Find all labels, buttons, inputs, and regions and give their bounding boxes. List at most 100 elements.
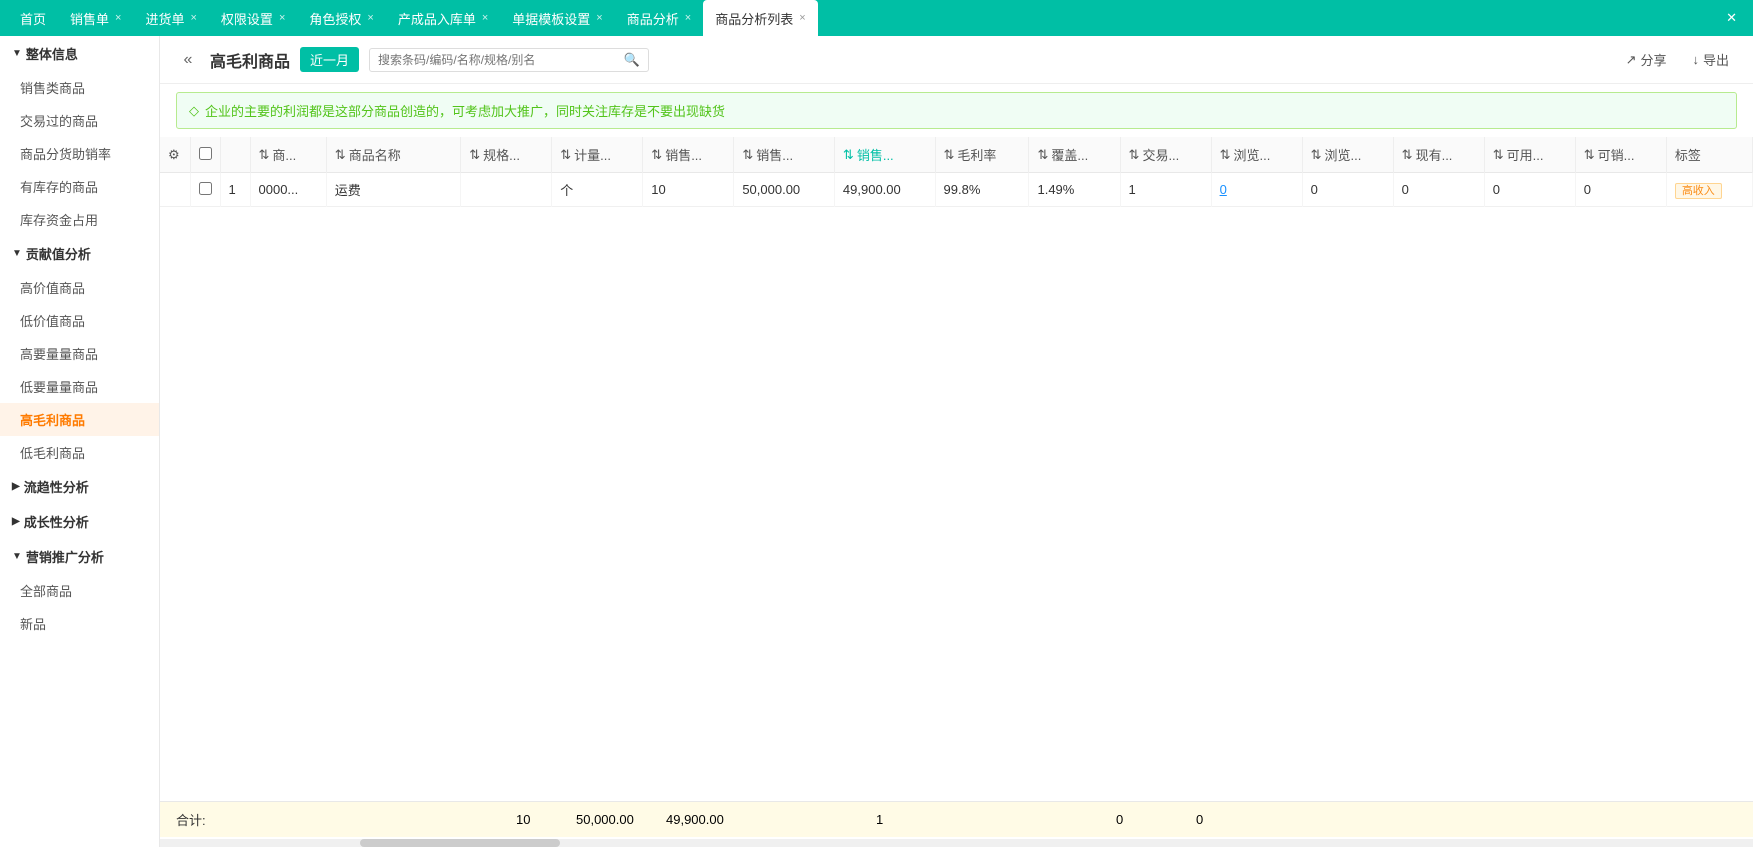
sidebar: ▼ 整体信息 销售类商品 交易过的商品 商品分货助销率 有库存的商品 库存资金占…: [0, 36, 160, 847]
time-filter-button[interactable]: 近一月: [300, 47, 359, 72]
cell-coverage: 1.49%: [1029, 173, 1120, 207]
footer-label: 合计:: [176, 810, 316, 829]
col-coverage[interactable]: ⇅ 覆盖...: [1029, 137, 1120, 173]
horizontal-scrollbar[interactable]: [160, 839, 1753, 847]
nav-purchase-order-close[interactable]: ×: [190, 12, 196, 24]
col-browse1-label: 浏览...: [1233, 145, 1270, 164]
cell-sales-cost: 49,900.00: [834, 173, 935, 207]
content-area: « 高毛利商品 近一月 🔍 ↗ 分享 ↓ 导出: [160, 36, 1753, 847]
nav-home[interactable]: 首页: [8, 0, 58, 36]
share-icon: ↗: [1626, 52, 1637, 68]
nav-role-permissions-close[interactable]: ×: [367, 12, 373, 24]
col-product-code[interactable]: ⇅ 商...: [250, 137, 326, 173]
nav-product-analysis-list[interactable]: 商品分析列表 ×: [703, 0, 817, 36]
search-input[interactable]: [378, 53, 618, 67]
search-icon[interactable]: 🔍: [624, 52, 640, 68]
nav-product-analysis-close[interactable]: ×: [685, 12, 691, 24]
col-tag[interactable]: 标签: [1666, 137, 1752, 173]
footer-totals: 合计: 10 50,000.00 49,900.00 1 0 0: [160, 801, 1753, 837]
sidebar-item-new-products[interactable]: 新品: [0, 607, 159, 640]
footer-sales-amount: 50,000.00: [576, 812, 666, 827]
sidebar-item-stock-funds[interactable]: 库存资金占用: [0, 203, 159, 236]
sidebar-item-product-contribution[interactable]: 商品分货助销率: [0, 137, 159, 170]
nav-product-analysis-list-close[interactable]: ×: [799, 12, 805, 24]
sidebar-item-low-value[interactable]: 低价值商品: [0, 304, 159, 337]
nav-invoice-template[interactable]: 单据模板设置 ×: [500, 0, 614, 36]
sidebar-item-sales-products[interactable]: 销售类商品: [0, 71, 159, 104]
cell-unit: 个: [552, 173, 643, 207]
col-margin-rate-label: 毛利率: [957, 145, 996, 164]
nav-permission-settings-close[interactable]: ×: [279, 12, 285, 24]
sidebar-section-flow-analysis[interactable]: ▶ 流趋性分析: [0, 469, 159, 504]
select-all-checkbox[interactable]: [199, 147, 212, 160]
col-sales-qty[interactable]: ⇅ 销售...: [643, 137, 734, 173]
col-sales-amount[interactable]: ⇅ 销售...: [734, 137, 835, 173]
sort-icon: ⇅: [843, 147, 854, 163]
nav-permission-settings[interactable]: 权限设置 ×: [209, 0, 297, 36]
col-settings[interactable]: ⚙: [160, 137, 190, 173]
col-available2-label: 可用...: [1507, 145, 1544, 164]
sidebar-section-wealth-analysis[interactable]: ▼ 贡献值分析: [0, 236, 159, 271]
row-checkbox[interactable]: [199, 182, 212, 195]
export-button[interactable]: ↓ 导出: [1684, 46, 1737, 73]
col-available1[interactable]: ⇅ 现有...: [1393, 137, 1484, 173]
settings-icon[interactable]: ⚙: [168, 147, 180, 162]
sidebar-item-traded-products[interactable]: 交易过的商品: [0, 104, 159, 137]
col-spec[interactable]: ⇅ 规格...: [461, 137, 552, 173]
sidebar-item-low-freq[interactable]: 低要量量商品: [0, 370, 159, 403]
col-transactions[interactable]: ⇅ 交易...: [1120, 137, 1211, 173]
sidebar-section-overall-label: 整体信息: [26, 44, 78, 63]
export-icon: ↓: [1692, 52, 1699, 67]
sidebar-item-high-freq[interactable]: 高要量量商品: [0, 337, 159, 370]
close-icon[interactable]: ✕: [1726, 10, 1737, 26]
nav-role-permissions[interactable]: 角色授权 ×: [297, 0, 385, 36]
sidebar-section-growth-analysis[interactable]: ▶ 成长性分析: [0, 504, 159, 539]
nav-product-inbound-close[interactable]: ×: [482, 12, 488, 24]
col-product-name[interactable]: ⇅ 商品名称: [326, 137, 460, 173]
nav-purchase-order-label: 进货单: [145, 9, 184, 28]
sidebar-collapse-button[interactable]: «: [176, 48, 200, 72]
sidebar-section-overall-info[interactable]: ▼ 整体信息: [0, 36, 159, 71]
sort-icon: ⇅: [1037, 147, 1048, 163]
nav-purchase-order[interactable]: 进货单 ×: [133, 0, 208, 36]
sort-icon: ⇅: [335, 147, 346, 163]
footer-available1: 0: [1116, 812, 1196, 827]
nav-sales-order-close[interactable]: ×: [115, 12, 121, 24]
col-available2[interactable]: ⇅ 可用...: [1484, 137, 1575, 173]
col-unit[interactable]: ⇅ 计量...: [552, 137, 643, 173]
cell-checkbox[interactable]: [190, 173, 220, 207]
sidebar-item-low-margin[interactable]: 低毛利商品: [0, 436, 159, 469]
col-browse1[interactable]: ⇅ 浏览...: [1211, 137, 1302, 173]
footer-sales-qty: 10: [516, 812, 576, 827]
nav-sales-order[interactable]: 销售单 ×: [58, 0, 133, 36]
col-margin-rate[interactable]: ⇅ 毛利率: [935, 137, 1029, 173]
col-tag-label: 标签: [1675, 145, 1701, 164]
nav-product-analysis-label: 商品分析: [627, 9, 679, 28]
footer-transactions: 1: [876, 812, 956, 827]
cell-available2: 0: [1484, 173, 1575, 207]
nav-invoice-template-close[interactable]: ×: [596, 12, 602, 24]
info-banner-text: 企业的主要的利润都是这部分商品创造的，可考虑加大推广，同时关注库存是不要出现缺货: [205, 101, 725, 120]
time-filter-label: 近一月: [310, 50, 349, 69]
sidebar-item-high-value[interactable]: 高价值商品: [0, 271, 159, 304]
col-sellable[interactable]: ⇅ 可销...: [1575, 137, 1666, 173]
col-product-code-label: 商...: [272, 145, 296, 164]
sidebar-item-high-margin[interactable]: 高毛利商品: [0, 403, 159, 436]
col-transactions-label: 交易...: [1142, 145, 1179, 164]
sidebar-item-in-stock[interactable]: 有库存的商品: [0, 170, 159, 203]
section-arrow-overall: ▼: [12, 48, 22, 59]
page-title: 高毛利商品: [210, 48, 290, 72]
share-button[interactable]: ↗ 分享: [1618, 46, 1675, 73]
col-checkbox[interactable]: [190, 137, 220, 173]
sidebar-section-marketing-analysis[interactable]: ▼ 营销推广分析: [0, 539, 159, 574]
col-sales-cost[interactable]: ⇅ 销售...: [834, 137, 935, 173]
data-table-wrapper[interactable]: ⚙ ⇅ 商...: [160, 137, 1753, 801]
nav-product-inbound[interactable]: 产成品入库单 ×: [386, 0, 500, 36]
sidebar-item-all-products[interactable]: 全部商品: [0, 574, 159, 607]
col-browse2[interactable]: ⇅ 浏览...: [1302, 137, 1393, 173]
cell-browse1[interactable]: 0: [1211, 173, 1302, 207]
search-box[interactable]: 🔍: [369, 48, 649, 72]
nav-product-analysis[interactable]: 商品分析 ×: [615, 0, 703, 36]
sort-icon: ⇅: [1493, 147, 1504, 163]
scrollbar-thumb[interactable]: [360, 839, 560, 847]
